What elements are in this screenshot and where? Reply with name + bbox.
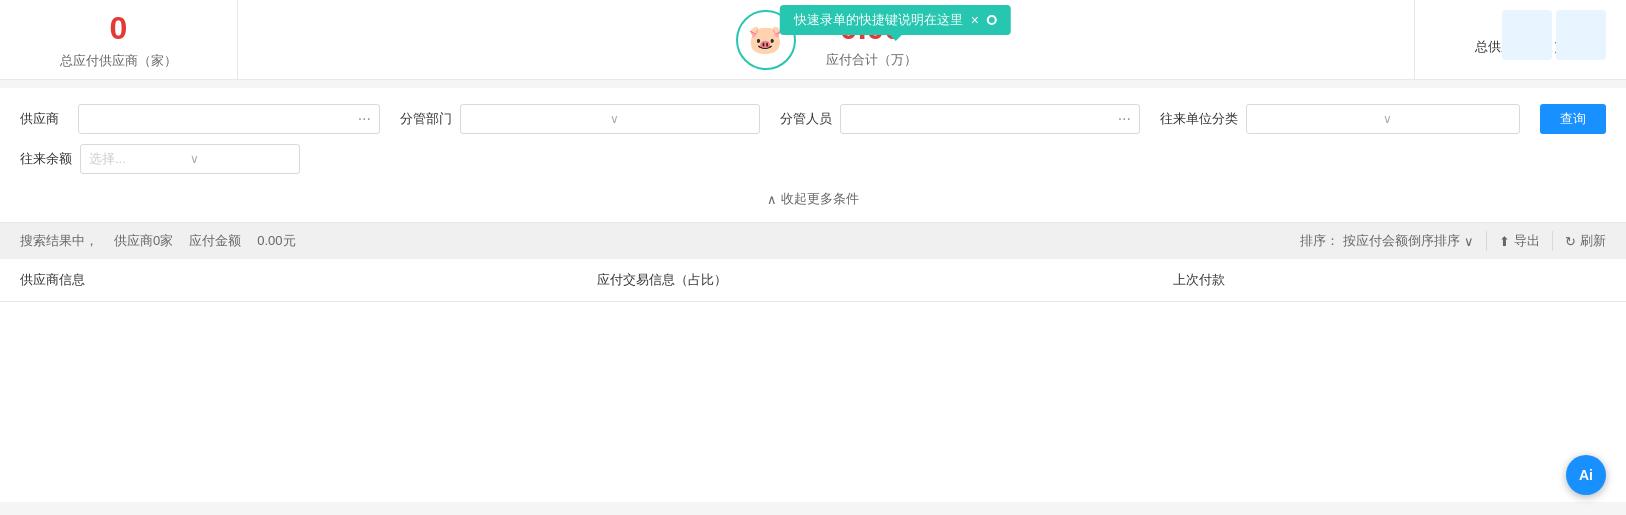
- department-select[interactable]: ∨: [460, 104, 760, 134]
- sort-option: 按应付会额倒序排序: [1343, 232, 1460, 250]
- table-col2-header: 应付交易信息（占比）: [597, 271, 1174, 289]
- department-arrow-icon: ∨: [610, 112, 751, 126]
- result-right: 排序： 按应付会额倒序排序 ∨ ⬆ 导出 ↻ 刷新: [1300, 231, 1606, 251]
- table-col1-header: 供应商信息: [20, 271, 597, 289]
- export-icon: ⬆: [1499, 234, 1510, 249]
- bg-decoration: [1502, 10, 1606, 60]
- payable-amount-label: 应付合计（万）: [826, 51, 917, 69]
- bg-block-2: [1556, 10, 1606, 60]
- department-filter: 分管部门 ∨: [400, 104, 760, 134]
- filter-row-1: 供应商 ··· 分管部门 ∨ 分管人员 ··· 往来单位分类: [20, 104, 1606, 134]
- table-header: 供应商信息 应付交易信息（占比） 上次付款: [0, 259, 1626, 302]
- top-stats-bar: 0 总应付供应商（家） 快速录单的快捷键说明在这里 × 🐷 0.00 应付合计（…: [0, 0, 1626, 80]
- balance-arrow-icon: ∨: [190, 152, 291, 166]
- result-left: 搜索结果中， 供应商0家 应付金额 0.00元: [20, 232, 296, 250]
- balance-placeholder: 选择...: [89, 150, 190, 168]
- sort-label: 排序：: [1300, 232, 1339, 250]
- query-button[interactable]: 查询: [1540, 104, 1606, 134]
- balance-filter: 往来余额 选择... ∨: [20, 144, 300, 174]
- total-suppliers-stat: 0 总供应商（家）: [1415, 0, 1626, 79]
- tooltip-close-icon[interactable]: ×: [971, 12, 979, 28]
- amount-value-text: 0.00元: [257, 232, 295, 250]
- table-col3-header: 上次付款: [1173, 271, 1606, 289]
- manager-input[interactable]: [849, 112, 1118, 127]
- payable-suppliers-label: 总应付供应商（家）: [60, 52, 177, 70]
- unit-category-label: 往来单位分类: [1160, 110, 1238, 128]
- collapse-icon: ∧: [767, 192, 777, 207]
- divider-2: [1552, 231, 1553, 251]
- sort-select[interactable]: 排序： 按应付会额倒序排序 ∨: [1300, 232, 1474, 250]
- collapse-label: 收起更多条件: [781, 190, 859, 208]
- tooltip-dot: [987, 15, 997, 25]
- export-button[interactable]: ⬆ 导出: [1499, 232, 1540, 250]
- refresh-button[interactable]: ↻ 刷新: [1565, 232, 1606, 250]
- manager-label: 分管人员: [780, 110, 832, 128]
- result-bar: 搜索结果中， 供应商0家 应付金额 0.00元 排序： 按应付会额倒序排序 ∨ …: [0, 223, 1626, 259]
- unit-category-arrow-icon: ∨: [1383, 112, 1511, 126]
- supplier-count-text: 供应商0家: [114, 232, 173, 250]
- supplier-input[interactable]: [87, 112, 358, 127]
- ai-button[interactable]: Ai: [1566, 455, 1606, 495]
- table-body: [0, 302, 1626, 502]
- unit-category-select[interactable]: ∨: [1246, 104, 1520, 134]
- amount-label-text: 应付金额: [189, 232, 241, 250]
- manager-filter: 分管人员 ···: [780, 104, 1140, 134]
- unit-category-filter: 往来单位分类 ∨: [1160, 104, 1520, 134]
- bg-block-1: [1502, 10, 1552, 60]
- refresh-icon: ↻: [1565, 234, 1576, 249]
- refresh-label: 刷新: [1580, 232, 1606, 250]
- department-label: 分管部门: [400, 110, 452, 128]
- collapse-button[interactable]: ∧ 收起更多条件: [20, 184, 1606, 214]
- payable-amount-section: 快速录单的快捷键说明在这里 × 🐷 0.00 应付合计（万）: [238, 0, 1415, 79]
- filter-row-2: 往来余额 选择... ∨: [20, 144, 1606, 174]
- sort-arrow-icon: ∨: [1464, 234, 1474, 249]
- ai-label: Ai: [1579, 467, 1593, 483]
- supplier-input-wrap[interactable]: ···: [78, 104, 380, 134]
- supplier-dots-icon[interactable]: ···: [358, 110, 371, 128]
- balance-select[interactable]: 选择... ∨: [80, 144, 300, 174]
- tooltip-popup[interactable]: 快速录单的快捷键说明在这里 ×: [780, 5, 1011, 35]
- filter-section: 供应商 ··· 分管部门 ∨ 分管人员 ··· 往来单位分类: [0, 88, 1626, 223]
- divider-1: [1486, 231, 1487, 251]
- search-results-text: 搜索结果中，: [20, 232, 98, 250]
- supplier-label: 供应商: [20, 110, 70, 128]
- payable-suppliers-stat: 0 总应付供应商（家）: [0, 0, 238, 79]
- supplier-filter: 供应商 ···: [20, 104, 380, 134]
- payable-suppliers-num[interactable]: 0: [110, 9, 128, 47]
- balance-label: 往来余额: [20, 150, 72, 168]
- manager-input-wrap[interactable]: ···: [840, 104, 1140, 134]
- manager-dots-icon[interactable]: ···: [1118, 110, 1131, 128]
- export-label: 导出: [1514, 232, 1540, 250]
- tooltip-text: 快速录单的快捷键说明在这里: [794, 11, 963, 29]
